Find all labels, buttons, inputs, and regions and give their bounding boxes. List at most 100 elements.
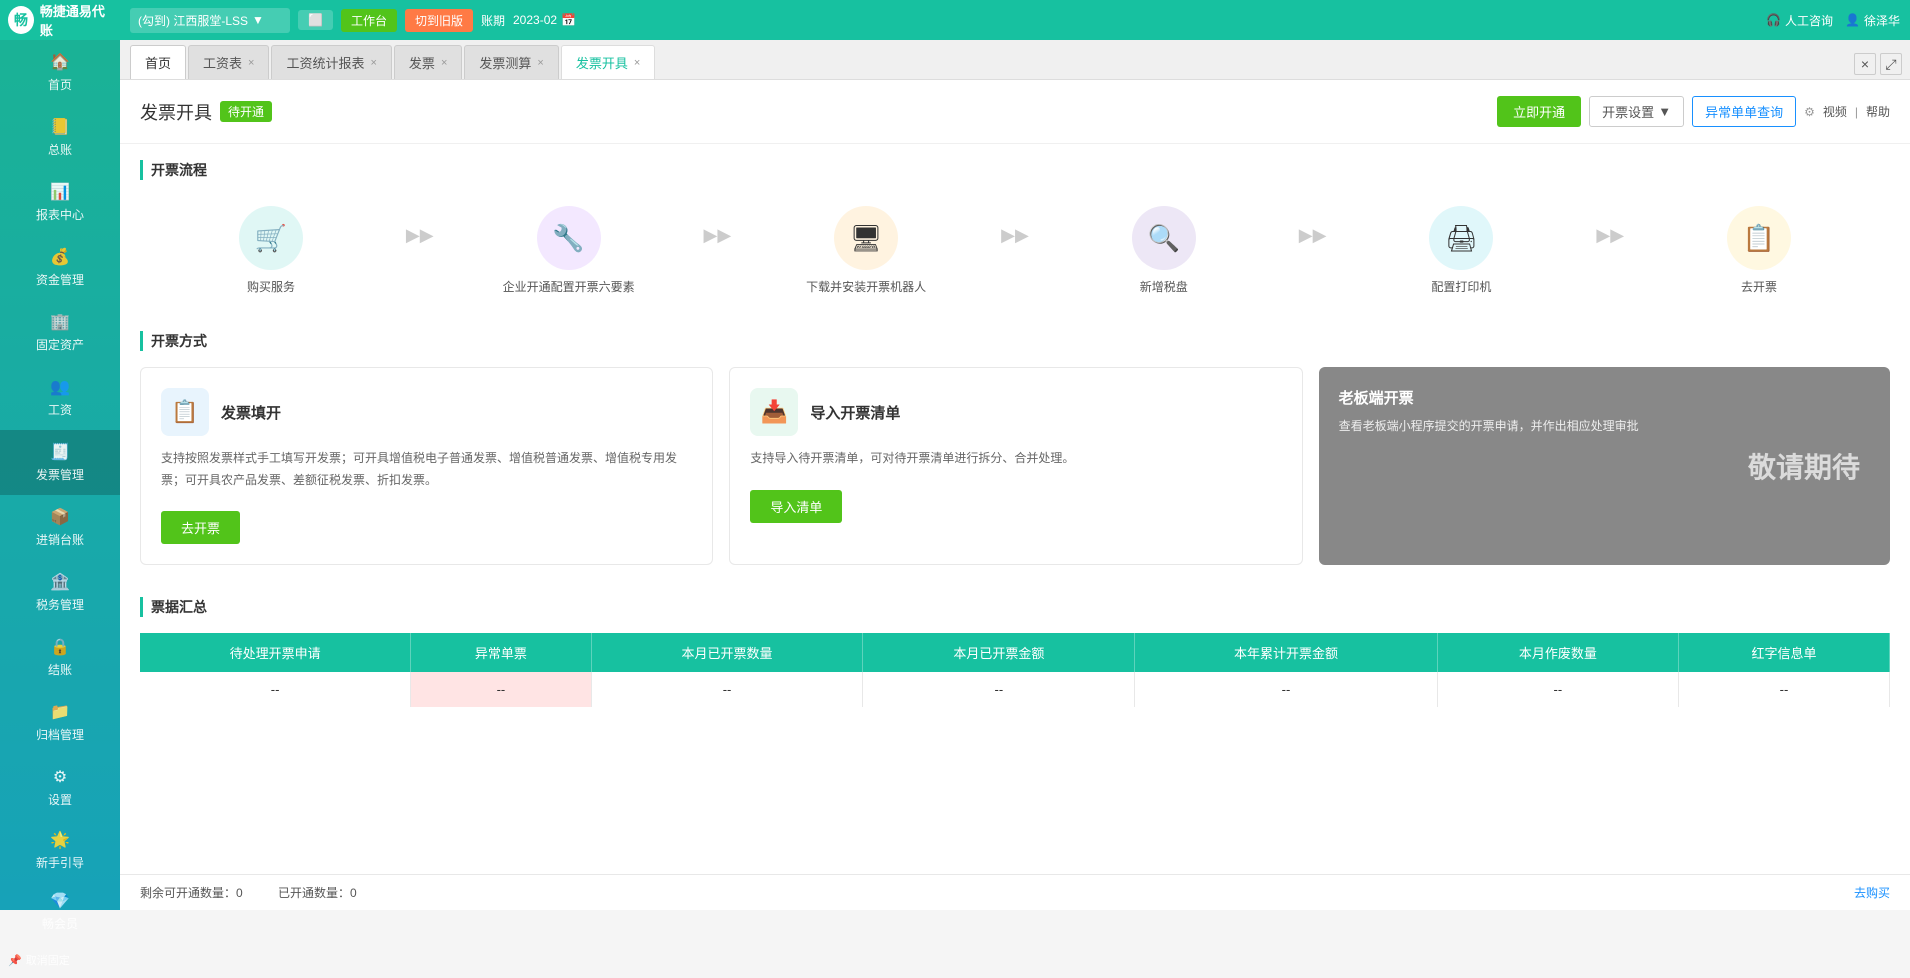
sidebar-label-reports: 报表中心	[36, 206, 84, 223]
opened-label: 已开通数量：0	[278, 886, 357, 900]
tab-invoice-calc[interactable]: 发票测算 ×	[464, 45, 558, 79]
tab-invoice-tool-close[interactable]: ×	[634, 57, 640, 69]
period-label: 账期 2023-02 📅	[481, 12, 576, 29]
switch-old-button[interactable]: 切到旧版	[405, 9, 473, 32]
manual-invoice-icon: 📋	[161, 388, 209, 436]
sidebar-item-purchase-sales[interactable]: 📦 进销台账	[0, 495, 120, 560]
topbar: (勾到) 江西服堂-LSS ▼ ⬜ 工作台 切到旧版 账期 2023-02 📅 …	[120, 0, 1910, 40]
sidebar-label-salary: 工资	[48, 401, 72, 418]
tab-salary-report[interactable]: 工资统计报表 ×	[271, 45, 391, 79]
main-area: (勾到) 江西服堂-LSS ▼ ⬜ 工作台 切到旧版 账期 2023-02 📅 …	[120, 0, 1910, 910]
topbar-left: (勾到) 江西服堂-LSS ▼ ⬜ 工作台 切到旧版 账期 2023-02 📅	[130, 8, 576, 33]
workbench-button[interactable]: 工作台	[341, 9, 397, 32]
sidebar-item-tax[interactable]: 🏦 税务管理	[0, 560, 120, 625]
service-button[interactable]: 🎧 人工咨询	[1766, 12, 1833, 29]
page-header: 发票开具 待开通 立即开通 开票设置 ▼ 异常单单查询 ⚙ 视频 | 帮助	[120, 80, 1910, 144]
page-content: 发票开具 待开通 立即开通 开票设置 ▼ 异常单单查询 ⚙ 视频 | 帮助	[120, 80, 1910, 874]
sidebar-item-assets[interactable]: 🏢 固定资产	[0, 300, 120, 365]
help-label[interactable]: 帮助	[1866, 103, 1890, 120]
home-icon: 🏠	[50, 52, 70, 72]
sidebar-item-settings[interactable]: ⚙ 设置	[0, 755, 120, 820]
tab-salary[interactable]: 工资表 ×	[188, 45, 269, 79]
settings-dropdown-icon: ▼	[1658, 104, 1671, 119]
step-config-printer[interactable]: 🖨 配置打印机	[1330, 206, 1592, 295]
tab-invoice-calc-close[interactable]: ×	[537, 57, 543, 69]
company-dropdown-icon: ▼	[252, 13, 264, 27]
tab-salary-report-label: 工资统计报表	[286, 53, 364, 72]
invoice-mgmt-icon: 🧾	[50, 442, 70, 462]
sidebar-item-member[interactable]: 💎 畅会员	[0, 881, 120, 942]
page-title: 发票开具	[140, 99, 212, 125]
user-avatar-icon: 👤	[1845, 13, 1860, 27]
user-profile[interactable]: 👤 徐泽华	[1845, 12, 1900, 29]
sidebar-item-home[interactable]: 🏠 首页	[0, 40, 120, 105]
download-robot-label: 下载并安装开票机器人	[806, 278, 926, 295]
app-logo: 畅 畅捷通易代账	[0, 0, 120, 40]
open-settings-label: 开票设置	[1602, 102, 1654, 121]
import-list-button[interactable]: 导入清单	[750, 490, 842, 523]
salary-icon: 👥	[50, 377, 70, 397]
step-arrow-4: ▶▶	[1299, 225, 1327, 246]
sidebar-item-closing[interactable]: 🔒 结账	[0, 625, 120, 690]
close-tab-btn[interactable]: ×	[1854, 53, 1876, 75]
add-taxbox-label: 新增税盘	[1140, 278, 1188, 295]
step-download-robot[interactable]: 🖥 下载并安装开票机器人	[735, 206, 997, 295]
tab-invoice-tool[interactable]: 发票开具 ×	[561, 45, 655, 79]
sidebar-bottom: 🌟 新手引导 💎 畅会员 📌 取消固定	[0, 820, 120, 978]
col-header-month-count: 本月已开票数量	[591, 633, 863, 672]
step-buy-service[interactable]: 🛒 购买服务	[140, 206, 402, 295]
manual-invoice-card: 📋 发票填开 支持按照发票样式手工填写开发票；可开具增值税电子普通发票、增值税普…	[140, 367, 713, 565]
abnormal-query-button[interactable]: 异常单单查询	[1692, 96, 1796, 127]
sidebar-item-fund[interactable]: 💰 资金管理	[0, 235, 120, 300]
tab-salary-close[interactable]: ×	[248, 57, 254, 69]
calendar-icon[interactable]: 📅	[561, 13, 576, 27]
go-invoice-button[interactable]: 去开票	[161, 511, 240, 544]
billing-process-title: 开票流程	[140, 160, 1890, 180]
cell-abnormal[interactable]: --	[411, 672, 591, 707]
tab-invoice-calc-label: 发票测算	[479, 53, 531, 72]
sidebar-label-assets: 固定资产	[36, 336, 84, 353]
methods-container: 📋 发票填开 支持按照发票样式手工填写开发票；可开具增值税电子普通发票、增值税普…	[140, 367, 1890, 565]
open-settings-button[interactable]: 开票设置 ▼	[1589, 96, 1684, 127]
company-label: (勾到) 江西服堂-LSS	[138, 12, 248, 29]
summary-table: 待处理开票申请 异常单票 本月已开票数量 本月已开票金额 本年累计开票金额 本月…	[140, 633, 1890, 707]
step-arrow-1: ▶▶	[406, 225, 434, 246]
tab-home[interactable]: 首页	[130, 45, 186, 79]
sidebar-item-archive[interactable]: 📁 归档管理	[0, 690, 120, 755]
sidebar-item-reports[interactable]: 📊 报表中心	[0, 170, 120, 235]
tabs-bar: 首页 工资表 × 工资统计报表 × 发票 × 发票测算 × 发票开具 × × ⤢	[120, 40, 1910, 80]
reports-icon: 📊	[50, 182, 70, 202]
sidebar-item-invoice-mgmt[interactable]: 🧾 发票管理	[0, 430, 120, 495]
help-video-label[interactable]: 视频	[1823, 103, 1847, 120]
step-add-taxbox[interactable]: 🔍 新增税盘	[1033, 206, 1295, 295]
table-row: -- -- -- -- -- -- --	[140, 672, 1890, 707]
step-arrow-5: ▶▶	[1596, 225, 1624, 246]
billing-methods-section: 开票方式 📋 发票填开 支持按照发票样式手工填写开发票；可开具增值税电子普通发票…	[120, 331, 1910, 597]
restore-tab-btn[interactable]: ⤢	[1880, 53, 1902, 75]
step-start-invoice[interactable]: 📋 去开票	[1628, 206, 1890, 295]
tab-invoice-close[interactable]: ×	[441, 57, 447, 69]
sidebar-item-new-guide[interactable]: 🌟 新手引导	[0, 820, 120, 881]
goto-buy-link[interactable]: 去购买	[1854, 884, 1890, 901]
cancel-pin-button[interactable]: 📌 取消固定	[0, 942, 120, 978]
start-invoice-icon: 📋	[1727, 206, 1791, 270]
sidebar-item-salary[interactable]: 👥 工资	[0, 365, 120, 430]
tab-salary-label: 工资表	[203, 53, 242, 72]
step-enterprise-setup[interactable]: 🔧 企业开通配置开票六要素	[438, 206, 700, 295]
tab-salary-report-close[interactable]: ×	[370, 57, 376, 69]
open-now-button[interactable]: 立即开通	[1497, 96, 1581, 127]
summary-title: 票据汇总	[140, 597, 1890, 617]
download-robot-icon: 🖥	[834, 206, 898, 270]
col-header-pending: 待处理开票申请	[140, 633, 411, 672]
copy-button[interactable]: ⬜	[298, 10, 333, 30]
sidebar-item-general-ledger[interactable]: 📒 总账	[0, 105, 120, 170]
cell-pending[interactable]: --	[140, 672, 411, 707]
company-selector[interactable]: (勾到) 江西服堂-LSS ▼	[130, 8, 290, 33]
col-header-red-note: 红字信息单	[1679, 633, 1890, 672]
tab-area-actions: × ⤢	[1854, 53, 1910, 79]
cell-red-note: --	[1679, 672, 1890, 707]
tab-invoice[interactable]: 发票 ×	[394, 45, 462, 79]
help-divider: |	[1855, 105, 1858, 119]
cell-month-amount: --	[863, 672, 1135, 707]
service-label: 人工咨询	[1785, 12, 1833, 29]
